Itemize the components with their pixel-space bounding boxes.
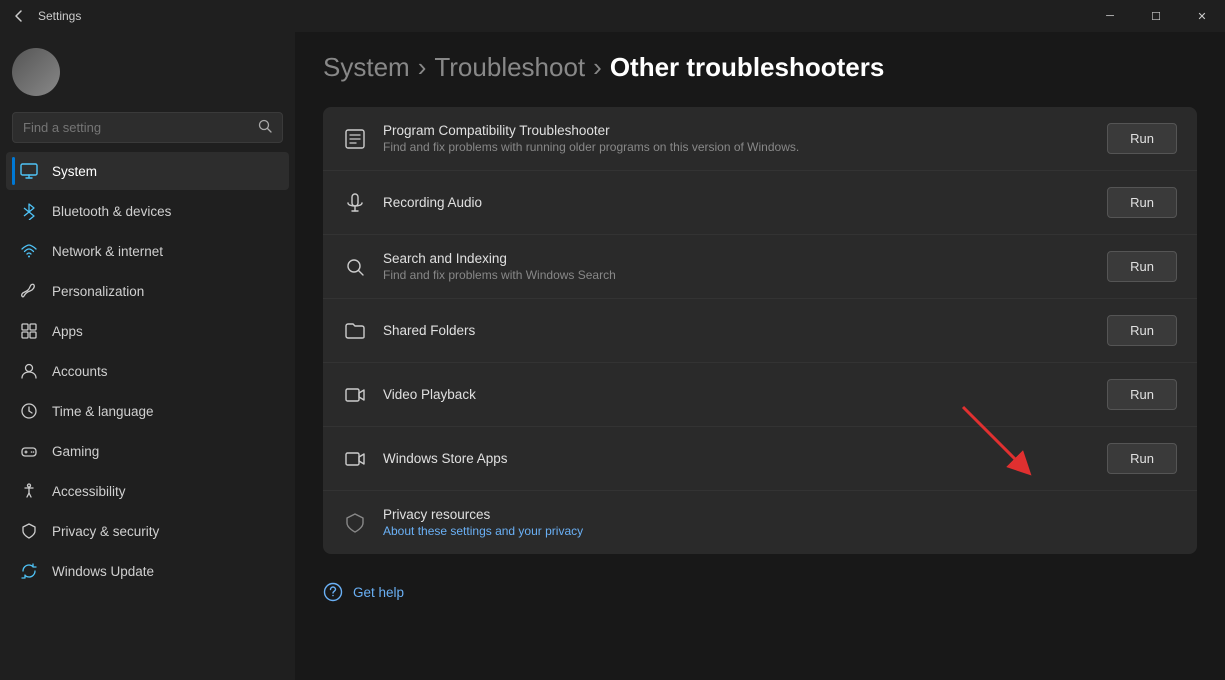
nav-accessibility-label: Accessibility [52,484,126,499]
ts-info-windows-store: Windows Store Apps [383,451,1091,466]
nav-personalization-label: Personalization [52,284,144,299]
nav-bluetooth[interactable]: Bluetooth & devices [6,192,289,230]
nav-network[interactable]: Network & internet [6,232,289,270]
ts-title-recording-audio: Recording Audio [383,195,1091,210]
main-area: System Bluetooth & devices Network & int… [0,32,1225,680]
nav-gaming-label: Gaming [52,444,99,459]
ts-desc-program-compat: Find and fix problems with running older… [383,140,1091,154]
sidebar: System Bluetooth & devices Network & int… [0,32,295,680]
ts-item-search-indexing: Search and Indexing Find and fix problem… [323,235,1197,299]
ts-info-search-indexing: Search and Indexing Find and fix problem… [383,251,1091,282]
mic-icon [343,191,367,215]
ts-info-shared-folders: Shared Folders [383,323,1091,338]
breadcrumb-current: Other troubleshooters [610,52,884,83]
nav-accounts-label: Accounts [52,364,108,379]
back-icon[interactable] [12,9,26,23]
content-area: System › Troubleshoot › Other troublesho… [295,32,1225,680]
get-help[interactable]: Get help [323,574,1197,610]
run-button-program-compat[interactable]: Run [1107,123,1177,154]
question-icon [323,582,343,602]
wifi-icon [20,242,38,260]
nav-gaming[interactable]: Gaming [6,432,289,470]
run-button-recording-audio[interactable]: Run [1107,187,1177,218]
list-icon [343,127,367,151]
ts-title-windows-store: Windows Store Apps [383,451,1091,466]
ts-item-recording-audio: Recording Audio Run [323,171,1197,235]
search-ts-icon [343,255,367,279]
breadcrumb: System › Troubleshoot › Other troublesho… [323,52,1197,83]
gaming-icon [20,442,38,460]
breadcrumb-sep-1: › [418,52,427,83]
search-box[interactable] [12,112,283,143]
ts-title-shared-folders: Shared Folders [383,323,1091,338]
ts-item-shared-folders: Shared Folders Run [323,299,1197,363]
shield-small-icon [343,511,367,535]
folder-icon [343,319,367,343]
ts-item-windows-store: Windows Store Apps Run [323,427,1197,491]
ts-title-program-compat: Program Compatibility Troubleshooter [383,123,1091,138]
titlebar-left: Settings [12,9,81,23]
get-help-label: Get help [353,585,404,600]
maximize-button[interactable]: ☐ [1133,0,1179,32]
ts-title-video-playback: Video Playback [383,387,1091,402]
brush-icon [20,282,38,300]
breadcrumb-sep-2: › [593,52,602,83]
nav-personalization[interactable]: Personalization [6,272,289,310]
ts-item-privacy-resources: Privacy resources About these settings a… [323,491,1197,554]
update-icon [20,562,38,580]
breadcrumb-troubleshoot[interactable]: Troubleshoot [434,52,585,83]
nav-system[interactable]: System [6,152,289,190]
bluetooth-icon [20,202,38,220]
ts-title-search-indexing: Search and Indexing [383,251,1091,266]
nav-bluetooth-label: Bluetooth & devices [52,204,171,219]
nav-apps[interactable]: Apps [6,312,289,350]
user-profile [0,40,295,108]
run-button-shared-folders[interactable]: Run [1107,315,1177,346]
run-button-video-playback[interactable]: Run [1107,379,1177,410]
nav-apps-label: Apps [52,324,83,339]
minimize-button[interactable]: ─ [1087,0,1133,32]
nav-accounts[interactable]: Accounts [6,352,289,390]
clock-icon [20,402,38,420]
person-icon [20,362,38,380]
user-name [70,65,73,79]
ts-desc-search-indexing: Find and fix problems with Windows Searc… [383,268,1091,282]
ts-info-video-playback: Video Playback [383,387,1091,402]
nav-update-label: Windows Update [52,564,154,579]
shield-icon [20,522,38,540]
ts-item-video-playback: Video Playback Run [323,363,1197,427]
content-wrapper: Program Compatibility Troubleshooter Fin… [323,107,1197,610]
nav-time-label: Time & language [52,404,154,419]
close-button[interactable]: ✕ [1179,0,1225,32]
store-icon [343,447,367,471]
search-icon [258,119,272,136]
nav-time[interactable]: Time & language [6,392,289,430]
nav-privacy[interactable]: Privacy & security [6,512,289,550]
monitor-icon [20,162,38,180]
ts-desc-privacy-resources: About these settings and your privacy [383,524,1177,538]
ts-info-privacy-resources: Privacy resources About these settings a… [383,507,1177,538]
nav-system-label: System [52,164,97,179]
ts-title-privacy-resources: Privacy resources [383,507,1177,522]
nav-accessibility[interactable]: Accessibility [6,472,289,510]
run-button-windows-store[interactable]: Run [1107,443,1177,474]
titlebar: Settings ─ ☐ ✕ [0,0,1225,32]
apps-icon [20,322,38,340]
titlebar-controls: ─ ☐ ✕ [1087,0,1225,32]
video-icon [343,383,367,407]
avatar [12,48,60,96]
nav-network-label: Network & internet [52,244,163,259]
run-button-search-indexing[interactable]: Run [1107,251,1177,282]
titlebar-title: Settings [38,9,81,23]
accessibility-icon [20,482,38,500]
search-input[interactable] [23,120,250,135]
ts-info-program-compat: Program Compatibility Troubleshooter Fin… [383,123,1091,154]
nav-privacy-label: Privacy & security [52,524,159,539]
ts-item-program-compat: Program Compatibility Troubleshooter Fin… [323,107,1197,171]
breadcrumb-system[interactable]: System [323,52,410,83]
ts-info-recording-audio: Recording Audio [383,195,1091,210]
nav-update[interactable]: Windows Update [6,552,289,590]
troubleshooter-list: Program Compatibility Troubleshooter Fin… [323,107,1197,554]
